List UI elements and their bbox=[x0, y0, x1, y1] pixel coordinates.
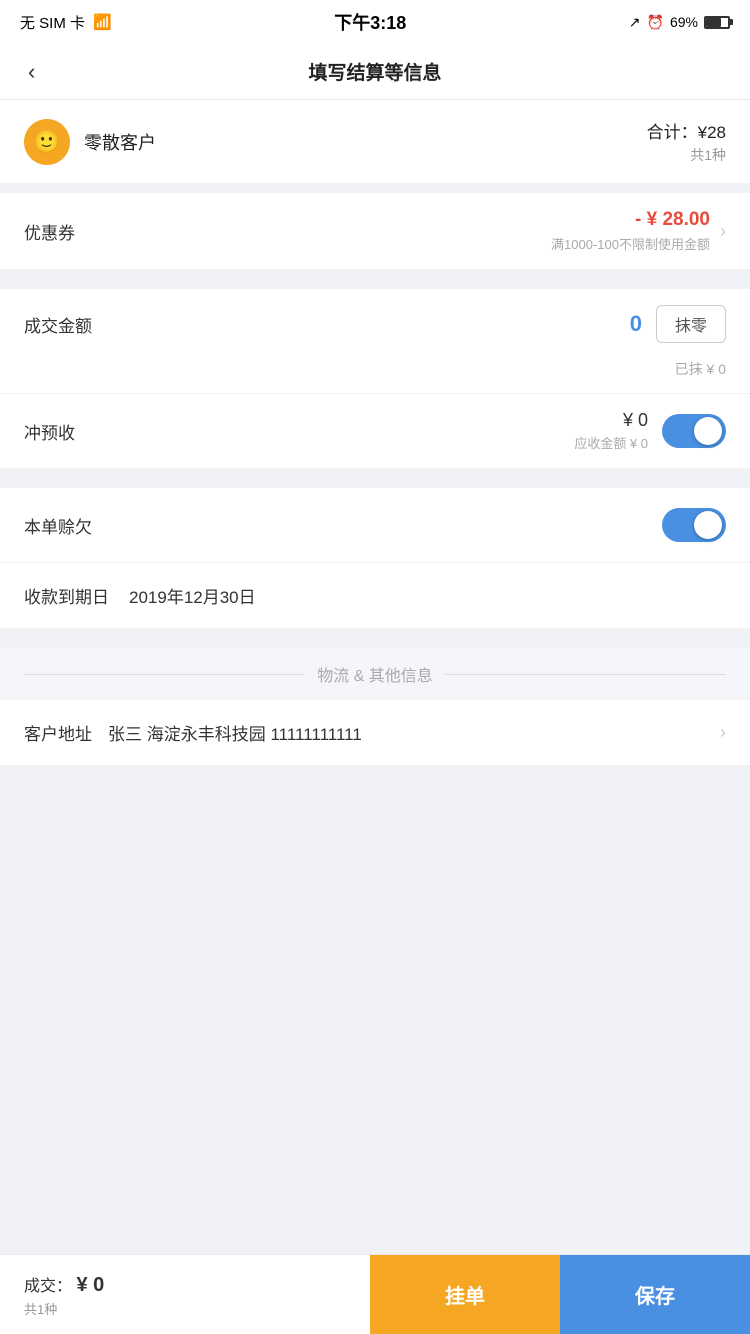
duedate-label: 收款到期日 bbox=[24, 583, 109, 608]
debt-label: 本单赊欠 bbox=[24, 513, 92, 538]
round-button[interactable]: 抹零 bbox=[656, 305, 726, 343]
bottom-deal-line: 成交： ¥ 0 bbox=[24, 1272, 346, 1297]
duedate-row: 收款到期日 2019年12月30日 bbox=[0, 562, 750, 628]
address-chevron-icon: › bbox=[720, 722, 726, 743]
deal-amount-row: 成交金额 0 抹零 bbox=[0, 289, 750, 359]
logistics-line-right bbox=[445, 674, 726, 675]
bottom-deal-amount: ¥ 0 bbox=[76, 1274, 104, 1296]
coupon-section: 优惠券 - ¥ 28.00 满1000-100不限制使用金额 › bbox=[0, 193, 750, 269]
back-button[interactable]: ‹ bbox=[20, 51, 43, 93]
prepay-right: ¥ 0 应收金额 ¥ 0 bbox=[574, 410, 726, 452]
battery-percent: 69% bbox=[670, 14, 698, 30]
prepay-row: 冲预收 ¥ 0 应收金额 ¥ 0 bbox=[0, 393, 750, 468]
customer-total: 合计：¥28 bbox=[647, 118, 726, 143]
divider-2 bbox=[0, 478, 750, 488]
customer-summary: 合计：¥28 共1种 bbox=[647, 118, 726, 165]
battery-icon bbox=[704, 16, 730, 29]
deal-section: 成交金额 0 抹零 已抹 ¥ 0 冲预收 ¥ 0 应收金额 ¥ 0 bbox=[0, 289, 750, 468]
logistics-header: 物流 & 其他信息 bbox=[0, 648, 750, 700]
alarm-icon: ⏰ bbox=[647, 14, 664, 31]
wifi-icon: 📶 bbox=[93, 13, 112, 31]
save-button[interactable]: 保存 bbox=[560, 1255, 750, 1334]
bottom-count: 共1种 bbox=[24, 1299, 346, 1318]
location-icon: ↗ bbox=[629, 14, 641, 31]
status-right: ↗ ⏰ 69% bbox=[629, 14, 730, 31]
status-time: 下午3:18 bbox=[334, 9, 406, 35]
avatar-icon: 🙂 bbox=[33, 129, 60, 155]
address-label: 客户地址 bbox=[24, 720, 92, 745]
customer-left: 🙂 零散客户 bbox=[24, 119, 156, 165]
deal-sub-label: 已抹 ¥ 0 bbox=[0, 359, 750, 393]
divider-1 bbox=[0, 279, 750, 289]
bottom-summary: 成交： ¥ 0 共1种 bbox=[0, 1272, 370, 1318]
customer-section: 🙂 零散客户 合计：¥28 共1种 bbox=[0, 100, 750, 183]
prepay-sub: 应收金额 ¥ 0 bbox=[574, 433, 648, 452]
debt-row: 本单赊欠 bbox=[0, 488, 750, 562]
nav-bar: ‹ 填写结算等信息 bbox=[0, 44, 750, 100]
toggle-knob-debt bbox=[694, 511, 722, 539]
no-sim-label: 无 SIM 卡 bbox=[20, 12, 85, 33]
divider-3 bbox=[0, 638, 750, 648]
coupon-discount: - ¥ 28.00 bbox=[551, 209, 710, 231]
status-bar: 无 SIM 卡 📶 下午3:18 ↗ ⏰ 69% bbox=[0, 0, 750, 44]
bottom-spacer bbox=[0, 775, 750, 915]
coupon-right: - ¥ 28.00 满1000-100不限制使用金额 › bbox=[551, 209, 726, 253]
duedate-value[interactable]: 2019年12月30日 bbox=[129, 583, 256, 608]
coupon-row[interactable]: 优惠券 - ¥ 28.00 满1000-100不限制使用金额 › bbox=[0, 193, 750, 269]
logistics-line-left bbox=[24, 674, 305, 675]
hold-button[interactable]: 挂单 bbox=[370, 1255, 560, 1334]
coupon-info: - ¥ 28.00 满1000-100不限制使用金额 bbox=[551, 209, 710, 253]
address-row[interactable]: 客户地址 张三 海淀永丰科技园 11111111111 › bbox=[0, 700, 750, 765]
deal-amount-value[interactable]: 0 bbox=[612, 311, 642, 337]
page-title: 填写结算等信息 bbox=[308, 58, 441, 85]
coupon-description: 满1000-100不限制使用金额 bbox=[551, 234, 710, 253]
prepay-toggle[interactable] bbox=[662, 414, 726, 448]
debt-toggle[interactable] bbox=[662, 508, 726, 542]
deal-right: 0 抹零 bbox=[612, 305, 726, 343]
chevron-right-icon: › bbox=[720, 221, 726, 242]
deal-label: 成交金额 bbox=[24, 312, 92, 337]
prepay-info: ¥ 0 应收金额 ¥ 0 bbox=[574, 410, 648, 452]
toggle-knob bbox=[694, 417, 722, 445]
bottom-actions: 挂单 保存 bbox=[370, 1255, 750, 1334]
customer-name: 零散客户 bbox=[84, 129, 156, 155]
customer-row: 🙂 零散客户 合计：¥28 共1种 bbox=[0, 100, 750, 183]
address-value: 张三 海淀永丰科技园 11111111111 bbox=[108, 720, 720, 745]
prepay-label: 冲预收 bbox=[24, 419, 75, 444]
prepay-amount: ¥ 0 bbox=[574, 410, 648, 431]
status-left: 无 SIM 卡 📶 bbox=[20, 12, 112, 33]
bottom-deal-label: 成交： bbox=[24, 1278, 72, 1295]
logistics-label: 物流 & 其他信息 bbox=[317, 662, 433, 686]
coupon-label: 优惠券 bbox=[24, 219, 75, 244]
bottom-bar: 成交： ¥ 0 共1种 挂单 保存 bbox=[0, 1254, 750, 1334]
customer-count: 共1种 bbox=[647, 145, 726, 165]
customer-avatar: 🙂 bbox=[24, 119, 70, 165]
debt-section: 本单赊欠 收款到期日 2019年12月30日 bbox=[0, 488, 750, 628]
address-section: 客户地址 张三 海淀永丰科技园 11111111111 › bbox=[0, 700, 750, 765]
